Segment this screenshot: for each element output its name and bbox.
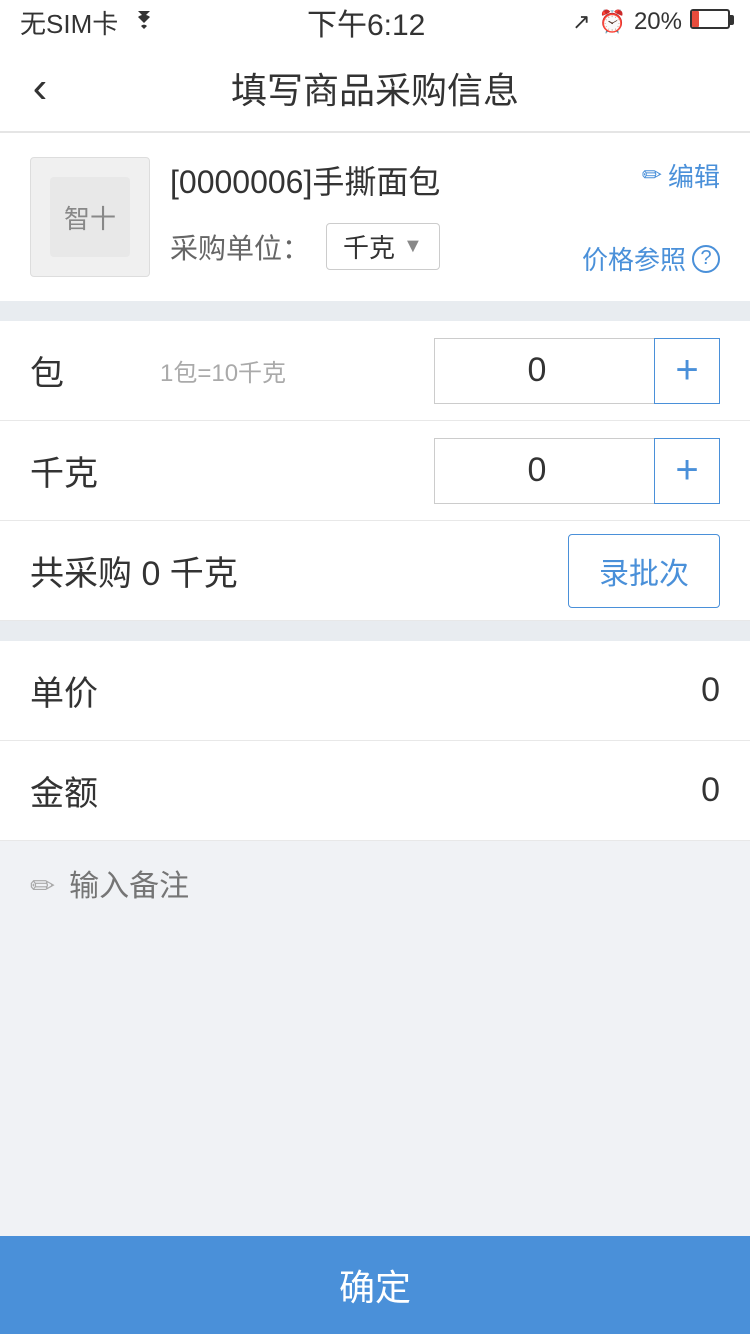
amount-row: 金额 0 <box>0 741 750 841</box>
carrier-text: 无SIM卡 <box>20 4 118 41</box>
bag-input-row: 包 1包=10千克 + <box>0 321 750 421</box>
kg-input-row: 千克 + <box>0 421 750 521</box>
amount-label: 金额 <box>30 766 701 815</box>
remark-section: ✏ <box>0 841 750 932</box>
edit-label: 编辑 <box>668 157 720 194</box>
wifi-icon <box>128 11 160 33</box>
kg-input[interactable] <box>434 438 654 504</box>
bag-field-wrap: + <box>434 338 720 404</box>
battery-icon <box>690 8 730 36</box>
battery-text: 20% <box>634 8 682 36</box>
section-separator-2 <box>0 621 750 641</box>
logo-text: 智十 <box>64 199 116 236</box>
product-image: 智十 <box>30 157 150 277</box>
product-card: 智十 [0000006]手撕面包 采购单位： 千克 ▼ ✏ 编辑 价格参照 ? <box>0 133 750 301</box>
unit-value: 千克 <box>343 228 395 265</box>
location-icon: ↗ <box>572 9 590 35</box>
bag-sub-label: 1包=10千克 <box>160 353 434 388</box>
input-section: 包 1包=10千克 + 千克 + <box>0 321 750 521</box>
price-ref-label: 价格参照 <box>582 240 686 277</box>
page-title: 填写商品采购信息 <box>231 62 519 114</box>
bag-label: 包 <box>30 346 150 395</box>
total-row: 共采购 0 千克 录批次 <box>0 521 750 621</box>
unit-selector[interactable]: 千克 ▼ <box>326 223 440 270</box>
bag-input[interactable] <box>434 338 654 404</box>
status-time: 下午6:12 <box>307 0 425 44</box>
edit-icon: ✏ <box>642 161 662 190</box>
section-separator-1 <box>0 301 750 321</box>
back-arrow-icon: ‹ <box>33 63 48 113</box>
kg-label: 千克 <box>30 446 150 495</box>
product-name: [0000006]手撕面包 <box>170 157 720 203</box>
nav-bar: ‹ 填写商品采购信息 <box>0 44 750 132</box>
kg-plus-button[interactable]: + <box>654 438 720 504</box>
price-row: 单价 0 <box>0 641 750 741</box>
status-carrier: 无SIM卡 <box>20 4 160 41</box>
pencil-icon: ✏ <box>30 869 55 904</box>
confirm-button[interactable]: 确定 <box>0 1236 750 1334</box>
alarm-icon: ⏰ <box>599 9 626 35</box>
edit-button[interactable]: ✏ 编辑 <box>642 157 720 194</box>
dropdown-icon: ▼ <box>403 235 423 258</box>
amount-value: 0 <box>701 771 720 810</box>
price-value: 0 <box>701 671 720 710</box>
total-label: 共采购 0 千克 <box>30 546 568 595</box>
bag-plus-button[interactable]: + <box>654 338 720 404</box>
back-button[interactable]: ‹ <box>0 44 80 132</box>
remark-input[interactable] <box>69 870 720 904</box>
status-right: ↗ ⏰ 20% <box>572 8 730 36</box>
product-logo: 智十 <box>50 177 130 257</box>
info-section: 单价 0 金额 0 <box>0 641 750 841</box>
status-bar: 无SIM卡 下午6:12 ↗ ⏰ 20% <box>0 0 750 44</box>
help-icon: ? <box>692 245 720 273</box>
unit-label: 采购单位： <box>170 227 310 267</box>
record-batch-button[interactable]: 录批次 <box>568 534 720 608</box>
kg-field-wrap: + <box>434 438 720 504</box>
price-ref-button[interactable]: 价格参照 ? <box>582 240 720 277</box>
price-label: 单价 <box>30 666 701 715</box>
